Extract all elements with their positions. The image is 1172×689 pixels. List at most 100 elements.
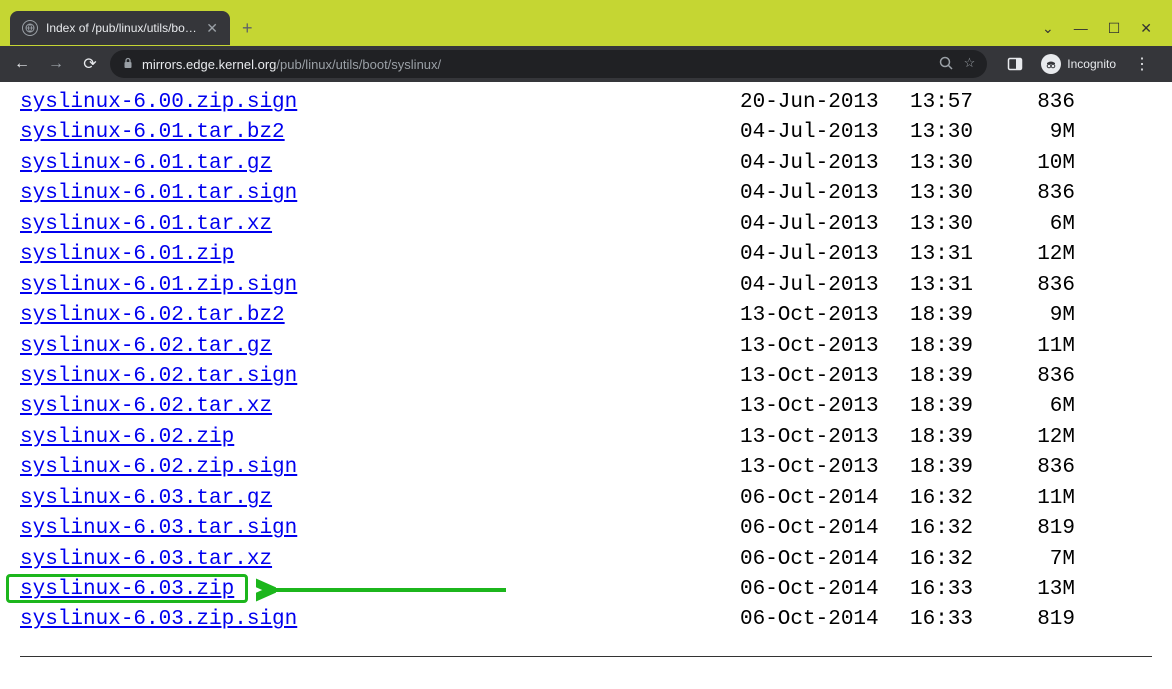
file-link[interactable]: syslinux-6.03.zip.sign — [20, 608, 297, 631]
new-tab-button[interactable]: + — [242, 18, 253, 39]
file-size: 836 — [1000, 453, 1075, 483]
file-time: 13:30 — [910, 179, 1000, 209]
zoom-icon[interactable] — [938, 55, 954, 74]
file-size: 819 — [1000, 514, 1075, 544]
maximize-button[interactable]: ☐ — [1108, 20, 1121, 37]
minimize-button[interactable]: — — [1074, 20, 1088, 37]
menu-icon[interactable]: ⋮ — [1128, 50, 1156, 78]
file-date: 04-Jul-2013 — [740, 179, 910, 209]
file-size: 10M — [1000, 149, 1075, 179]
file-link[interactable]: syslinux-6.02.zip.sign — [20, 456, 297, 479]
tab-title: Index of /pub/linux/utils/boot/sy — [46, 21, 198, 35]
list-item: syslinux-6.01.tar.xz 04-Jul-201313:306M — [20, 210, 1152, 240]
chevron-down-icon[interactable]: ⌄ — [1042, 20, 1054, 37]
file-size: 7M — [1000, 545, 1075, 575]
file-date: 04-Jul-2013 — [740, 210, 910, 240]
url-path: /pub/linux/utils/boot/syslinux/ — [276, 57, 441, 72]
file-link[interactable]: syslinux-6.02.tar.gz — [20, 335, 272, 358]
list-item: syslinux-6.02.tar.sign13-Oct-201318:3983… — [20, 362, 1152, 392]
close-icon[interactable]: ✕ — [206, 20, 218, 37]
file-date: 04-Jul-2013 — [740, 271, 910, 301]
file-size: 836 — [1000, 179, 1075, 209]
file-link[interactable]: syslinux-6.01.tar.sign — [20, 182, 297, 205]
file-link[interactable]: syslinux-6.01.zip — [20, 243, 234, 266]
list-item: syslinux-6.01.tar.sign 04-Jul-201313:3083… — [20, 179, 1152, 209]
file-time: 13:30 — [910, 118, 1000, 148]
window-controls: ⌄ — ☐ ✕ — [1042, 20, 1172, 37]
close-window-button[interactable]: ✕ — [1140, 20, 1152, 37]
file-time: 18:39 — [910, 301, 1000, 331]
file-size: 6M — [1000, 392, 1075, 422]
file-link[interactable]: syslinux-6.01.zip.sign — [20, 274, 297, 297]
file-time: 13:30 — [910, 210, 1000, 240]
lock-icon — [122, 57, 134, 72]
file-size: 12M — [1000, 423, 1075, 453]
file-date: 13-Oct-2013 — [740, 453, 910, 483]
file-size: 836 — [1000, 271, 1075, 301]
forward-button[interactable]: → — [42, 50, 70, 78]
directory-listing: syslinux-6.00.zip.sign20-Jun-201313:5783… — [20, 88, 1152, 636]
file-link[interactable]: syslinux-6.01.tar.bz2 — [20, 121, 285, 144]
file-link[interactable]: syslinux-6.03.zip — [20, 578, 234, 601]
file-size: 819 — [1000, 605, 1075, 635]
file-time: 13:57 — [910, 88, 1000, 118]
url-host: mirrors.edge.kernel.org — [142, 57, 276, 72]
file-link[interactable]: syslinux-6.01.tar.gz — [20, 152, 272, 175]
file-size: 13M — [1000, 575, 1075, 605]
file-link[interactable]: syslinux-6.03.tar.sign — [20, 517, 297, 540]
list-item: syslinux-6.02.tar.bz213-Oct-201318:399M — [20, 301, 1152, 331]
url-text: mirrors.edge.kernel.org/pub/linux/utils/… — [142, 57, 441, 72]
file-link[interactable]: syslinux-6.00.zip.sign — [20, 91, 297, 114]
list-item: syslinux-6.03.tar.gz06-Oct-201416:3211M — [20, 484, 1152, 514]
file-time: 16:33 — [910, 575, 1000, 605]
back-button[interactable]: ← — [8, 50, 36, 78]
file-time: 18:39 — [910, 362, 1000, 392]
file-link[interactable]: syslinux-6.02.tar.bz2 — [20, 304, 285, 327]
file-time: 18:39 — [910, 332, 1000, 362]
file-link[interactable]: syslinux-6.03.tar.gz — [20, 487, 272, 510]
incognito-badge[interactable]: Incognito — [1041, 54, 1116, 74]
page-content[interactable]: syslinux-6.00.zip.sign20-Jun-201313:5783… — [0, 82, 1172, 689]
list-item: syslinux-6.03.zip 06-Oct-201416:3313M — [20, 575, 1152, 605]
file-date: 13-Oct-2013 — [740, 301, 910, 331]
incognito-icon — [1041, 54, 1061, 74]
panel-icon[interactable] — [1001, 50, 1029, 78]
file-size: 836 — [1000, 88, 1075, 118]
file-size: 11M — [1000, 332, 1075, 362]
list-item: syslinux-6.03.tar.sign06-Oct-201416:3281… — [20, 514, 1152, 544]
browser-tab[interactable]: Index of /pub/linux/utils/boot/sy ✕ — [10, 11, 230, 45]
incognito-label: Incognito — [1067, 57, 1116, 71]
file-size: 9M — [1000, 118, 1075, 148]
file-size: 12M — [1000, 240, 1075, 270]
titlebar — [0, 0, 1172, 10]
list-item: syslinux-6.01.tar.bz2 04-Jul-201313:309M — [20, 118, 1152, 148]
file-link[interactable]: syslinux-6.03.tar.xz — [20, 548, 272, 571]
file-link[interactable]: syslinux-6.02.tar.xz — [20, 395, 272, 418]
file-date: 06-Oct-2014 — [740, 545, 910, 575]
list-item: syslinux-6.02.zip.sign13-Oct-201318:3983… — [20, 453, 1152, 483]
file-date: 06-Oct-2014 — [740, 484, 910, 514]
star-icon[interactable]: ☆ — [964, 55, 976, 74]
file-time: 13:31 — [910, 240, 1000, 270]
file-date: 06-Oct-2014 — [740, 605, 910, 635]
list-item: syslinux-6.01.tar.gz04-Jul-201313:3010M — [20, 149, 1152, 179]
file-time: 13:31 — [910, 271, 1000, 301]
file-size: 6M — [1000, 210, 1075, 240]
list-item: syslinux-6.00.zip.sign 20-Jun-201313:5783… — [20, 88, 1152, 118]
file-link[interactable]: syslinux-6.02.zip — [20, 426, 234, 449]
file-link[interactable]: syslinux-6.01.tar.xz — [20, 213, 272, 236]
file-size: 836 — [1000, 362, 1075, 392]
file-date: 06-Oct-2014 — [740, 575, 910, 605]
toolbar: ← → ⟳ mirrors.edge.kernel.org/pub/linux/… — [0, 46, 1172, 82]
list-item: syslinux-6.01.zip.sign 04-Jul-201313:3183… — [20, 271, 1152, 301]
url-bar[interactable]: mirrors.edge.kernel.org/pub/linux/utils/… — [110, 50, 987, 78]
reload-button[interactable]: ⟳ — [76, 50, 104, 78]
list-item: syslinux-6.01.zip04-Jul-201313:3112M — [20, 240, 1152, 270]
list-item: syslinux-6.03.tar.xz 06-Oct-201416:327M — [20, 545, 1152, 575]
file-date: 04-Jul-2013 — [740, 118, 910, 148]
file-date: 20-Jun-2013 — [740, 88, 910, 118]
file-link[interactable]: syslinux-6.02.tar.sign — [20, 365, 297, 388]
file-time: 16:32 — [910, 545, 1000, 575]
file-date: 04-Jul-2013 — [740, 149, 910, 179]
file-date: 13-Oct-2013 — [740, 423, 910, 453]
